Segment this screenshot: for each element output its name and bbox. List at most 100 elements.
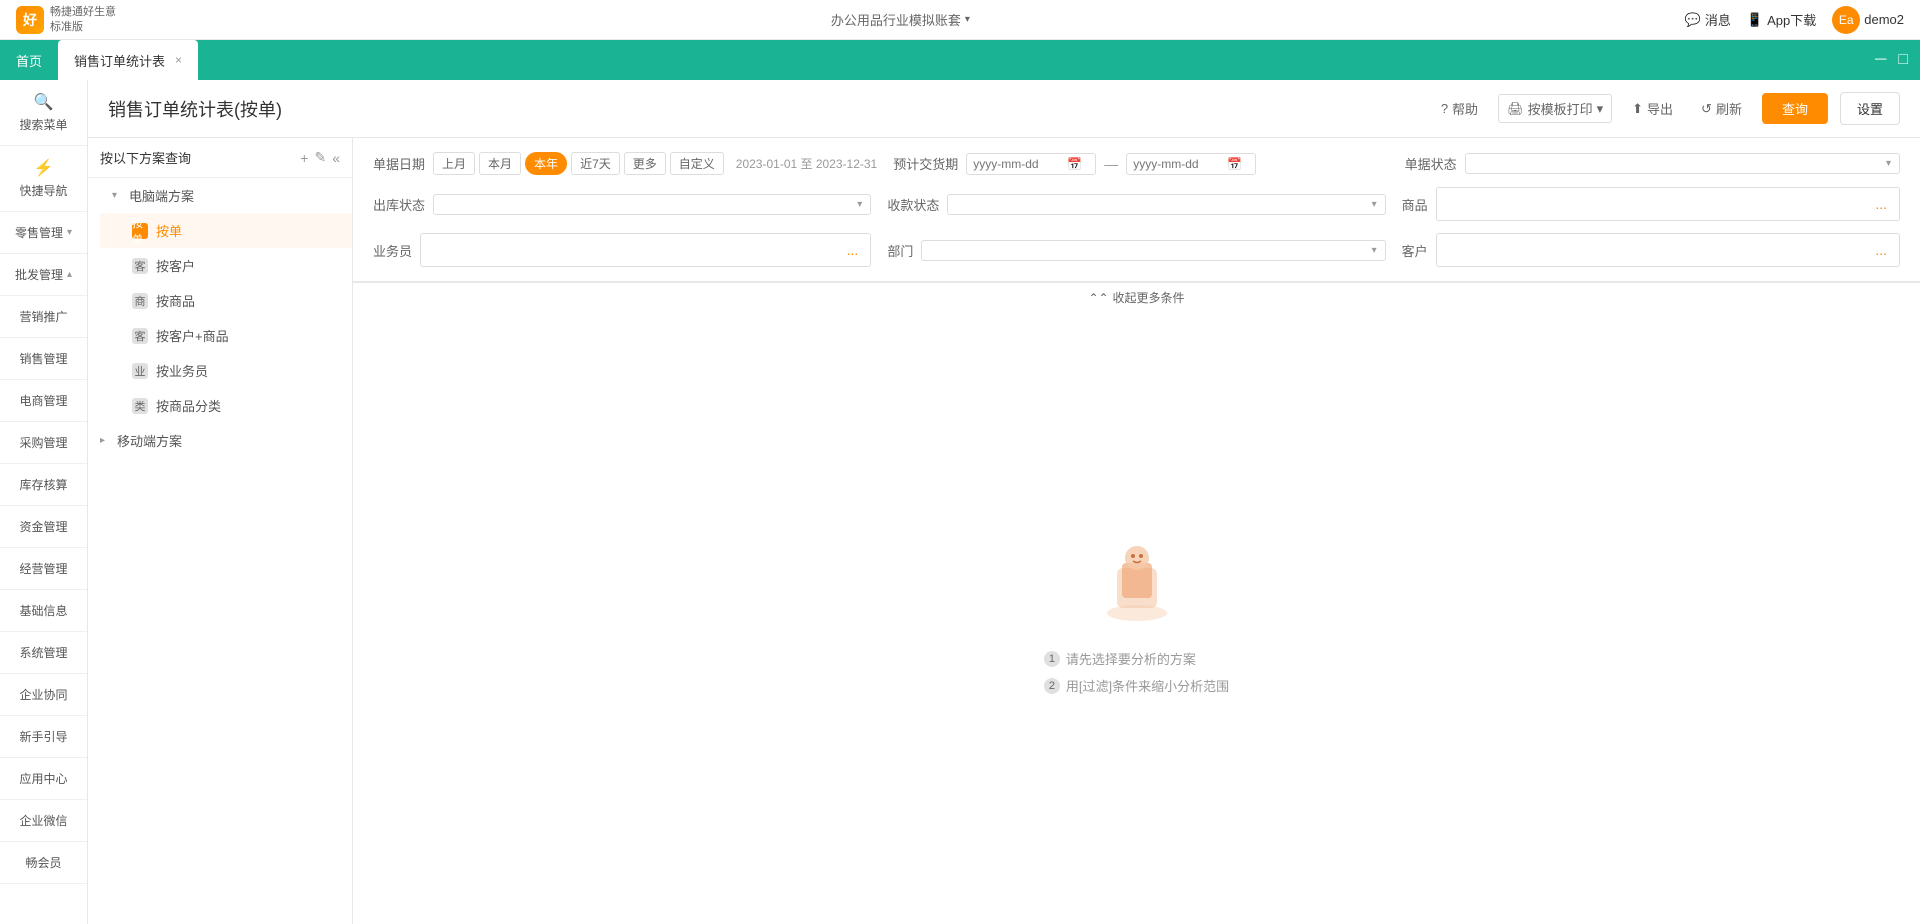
workspace-title-area[interactable]: 办公用品行业模拟账套 ▾ [831, 10, 970, 29]
date-range-display: 2023-01-01 至 2023-12-31 [736, 155, 877, 172]
sidebar-item-search[interactable]: 🔍 搜索菜单 [0, 80, 87, 146]
empty-hint-2: 2 用[过滤]条件来缩小分析范围 [1044, 676, 1229, 695]
print-btn[interactable]: 🖨 按模板打印 ▾ [1498, 94, 1612, 123]
sidebar-item-enterprise[interactable]: 企业协同 [0, 674, 87, 716]
scheme-icon-order: 按单 [132, 223, 148, 239]
settings-button[interactable]: 设置 [1840, 92, 1900, 125]
date-btn-thismonth[interactable]: 本月 [479, 152, 521, 175]
sidebar-item-basic[interactable]: 基础信息 [0, 590, 87, 632]
wholesale-arrow-icon: ▴ [67, 269, 72, 280]
expected-date-start-input[interactable] [973, 157, 1063, 171]
tree-parent-mobile[interactable]: ▸ 移动端方案 [88, 423, 352, 458]
sidebar-item-system[interactable]: 系统管理 [0, 632, 87, 674]
workspace-dropdown-icon[interactable]: ▾ [965, 14, 970, 25]
tree-item-bysalesperson[interactable]: 业 按业务员 [100, 353, 352, 388]
sidebar-item-marketing[interactable]: 营销推广 [0, 296, 87, 338]
top-bar-right: 💬 消息 📱 App下载 Ea demo2 [1685, 6, 1904, 34]
query-button[interactable]: 查询 [1762, 93, 1828, 124]
ship-status-label: 出库状态 [373, 195, 425, 214]
filter-item-expected-date: 预计交货期 📅 — 📅 [893, 153, 1388, 175]
tree-item-bycustomer[interactable]: 客 按客户 [100, 248, 352, 283]
filter-row-2: 出库状态 ▾ 收款状态 ▾ [373, 187, 1900, 221]
sidebar-item-wechat[interactable]: 企业微信 [0, 800, 87, 842]
date-btn-more[interactable]: 更多 [624, 152, 666, 175]
ship-status-select[interactable]: ▾ [433, 194, 871, 215]
sidebar-item-ecommerce[interactable]: 电商管理 [0, 380, 87, 422]
tab-close-icon[interactable]: × [175, 53, 182, 67]
salesperson-select[interactable]: ... [420, 233, 871, 267]
sidebar-item-sales[interactable]: 销售管理 [0, 338, 87, 380]
tab-maximize-btn[interactable]: □ [1894, 47, 1912, 73]
salesperson-more-icon[interactable]: ... [843, 238, 863, 262]
date-btn-7days[interactable]: 近7天 [571, 152, 620, 175]
scheme-icon-salesperson: 业 [132, 363, 148, 379]
message-btn[interactable]: 💬 消息 [1685, 10, 1731, 29]
avatar: Ea [1832, 6, 1860, 34]
sidebar-item-appcenter[interactable]: 应用中心 [0, 758, 87, 800]
refresh-btn[interactable]: ↺ 刷新 [1693, 95, 1750, 122]
filter-item-salesperson: 业务员 ... [373, 233, 871, 267]
goods-select[interactable]: ... [1436, 187, 1900, 221]
sidebar-item-retail[interactable]: 零售管理 ▾ [0, 212, 87, 254]
collapse-panel-icon[interactable]: « [332, 150, 340, 166]
help-btn[interactable]: ? 帮助 [1433, 95, 1486, 122]
tab-sales-order[interactable]: 销售订单统计表 × [58, 40, 198, 80]
user-avatar-area[interactable]: Ea demo2 [1832, 6, 1904, 34]
calendar-start-icon: 📅 [1067, 157, 1082, 171]
logo-icon: 好 [16, 6, 44, 34]
tree-parent-desktop[interactable]: ▾ 电脑端方案 [100, 178, 352, 213]
export-btn[interactable]: ⬆ 导出 [1624, 95, 1681, 122]
payment-status-select[interactable]: ▾ [947, 194, 1385, 215]
sidebar-item-member[interactable]: 畅会员 [0, 842, 87, 884]
print-icon: 🖨 [1507, 101, 1524, 117]
tab-home[interactable]: 首页 [0, 40, 58, 80]
goods-label: 商品 [1402, 195, 1428, 214]
search-icon: 🔍 [34, 92, 54, 112]
tree-item-byorder[interactable]: 按单 按单 [100, 213, 352, 248]
sidebar-item-shortcut[interactable]: ⚡ 快捷导航 [0, 146, 87, 212]
right-panel: 单据日期 上月 本月 本年 近7天 更多 自定义 2023-01-01 至 20… [353, 138, 1920, 924]
left-panel-header: 按以下方案查询 + ✎ « [88, 138, 352, 178]
collapse-bar[interactable]: ⌃⌃ 收起更多条件 [353, 282, 1920, 312]
tab-minimize-btn[interactable]: ─ [1871, 47, 1890, 73]
sidebar-item-finance[interactable]: 资金管理 [0, 506, 87, 548]
tree-item-bycustomergoods[interactable]: 客 按客户+商品 [100, 318, 352, 353]
export-icon: ⬆ [1632, 101, 1643, 117]
logo-text: 畅捷通好生意 标准版 [50, 5, 116, 34]
empty-state: 1 请先选择要分析的方案 2 用[过滤]条件来缩小分析范围 [353, 312, 1920, 924]
customer-select[interactable]: ... [1436, 233, 1900, 267]
expected-date-end-input[interactable] [1133, 157, 1223, 171]
add-scheme-icon[interactable]: + [300, 150, 308, 166]
tree-item-bycategory[interactable]: 类 按商品分类 [100, 388, 352, 423]
collapse-up-icon: ⌃⌃ [1088, 291, 1108, 305]
customer-more-icon[interactable]: ... [1871, 238, 1891, 262]
sidebar-item-inventory[interactable]: 库存核算 [0, 464, 87, 506]
filter-area: 单据日期 上月 本月 本年 近7天 更多 自定义 2023-01-01 至 20… [353, 138, 1920, 282]
tab-bar-right: ─ □ [1871, 47, 1920, 73]
tree-section-desktop: ▾ 电脑端方案 按单 按单 客 按客户 商 按商品 [88, 178, 352, 423]
sidebar-item-purchase[interactable]: 采购管理 [0, 422, 87, 464]
expected-date-start[interactable]: 📅 [966, 153, 1096, 175]
edit-scheme-icon[interactable]: ✎ [314, 149, 326, 166]
expected-date-end[interactable]: 📅 [1126, 153, 1256, 175]
tree-item-bygoods[interactable]: 商 按商品 [100, 283, 352, 318]
date-shortcuts: 上月 本月 本年 近7天 更多 自定义 [433, 152, 724, 175]
sidebar-item-newbie[interactable]: 新手引导 [0, 716, 87, 758]
collapse-btn[interactable]: ⌃⌃ 收起更多条件 [1088, 289, 1184, 306]
filter-item-goods: 商品 ... [1402, 187, 1900, 221]
bill-status-label: 单据状态 [1405, 154, 1457, 173]
date-btn-thisyear[interactable]: 本年 [525, 152, 567, 175]
sidebar-item-wholesale[interactable]: 批发管理 ▴ [0, 254, 87, 296]
empty-hints: 1 请先选择要分析的方案 2 用[过滤]条件来缩小分析范围 [1044, 649, 1229, 703]
scheme-icon-goods: 商 [132, 293, 148, 309]
sidebar-item-operations[interactable]: 经营管理 [0, 548, 87, 590]
department-select[interactable]: ▾ [921, 240, 1385, 261]
app-download-btn[interactable]: 📱 App下载 [1747, 10, 1816, 29]
salesperson-label: 业务员 [373, 241, 412, 260]
goods-more-icon[interactable]: ... [1871, 192, 1891, 216]
refresh-icon: ↺ [1701, 101, 1712, 117]
bill-status-select[interactable]: ▾ [1465, 153, 1900, 174]
date-btn-lastmonth[interactable]: 上月 [433, 152, 475, 175]
filter-row-3: 业务员 ... 部门 ▾ [373, 233, 1900, 267]
date-btn-custom[interactable]: 自定义 [670, 152, 724, 175]
